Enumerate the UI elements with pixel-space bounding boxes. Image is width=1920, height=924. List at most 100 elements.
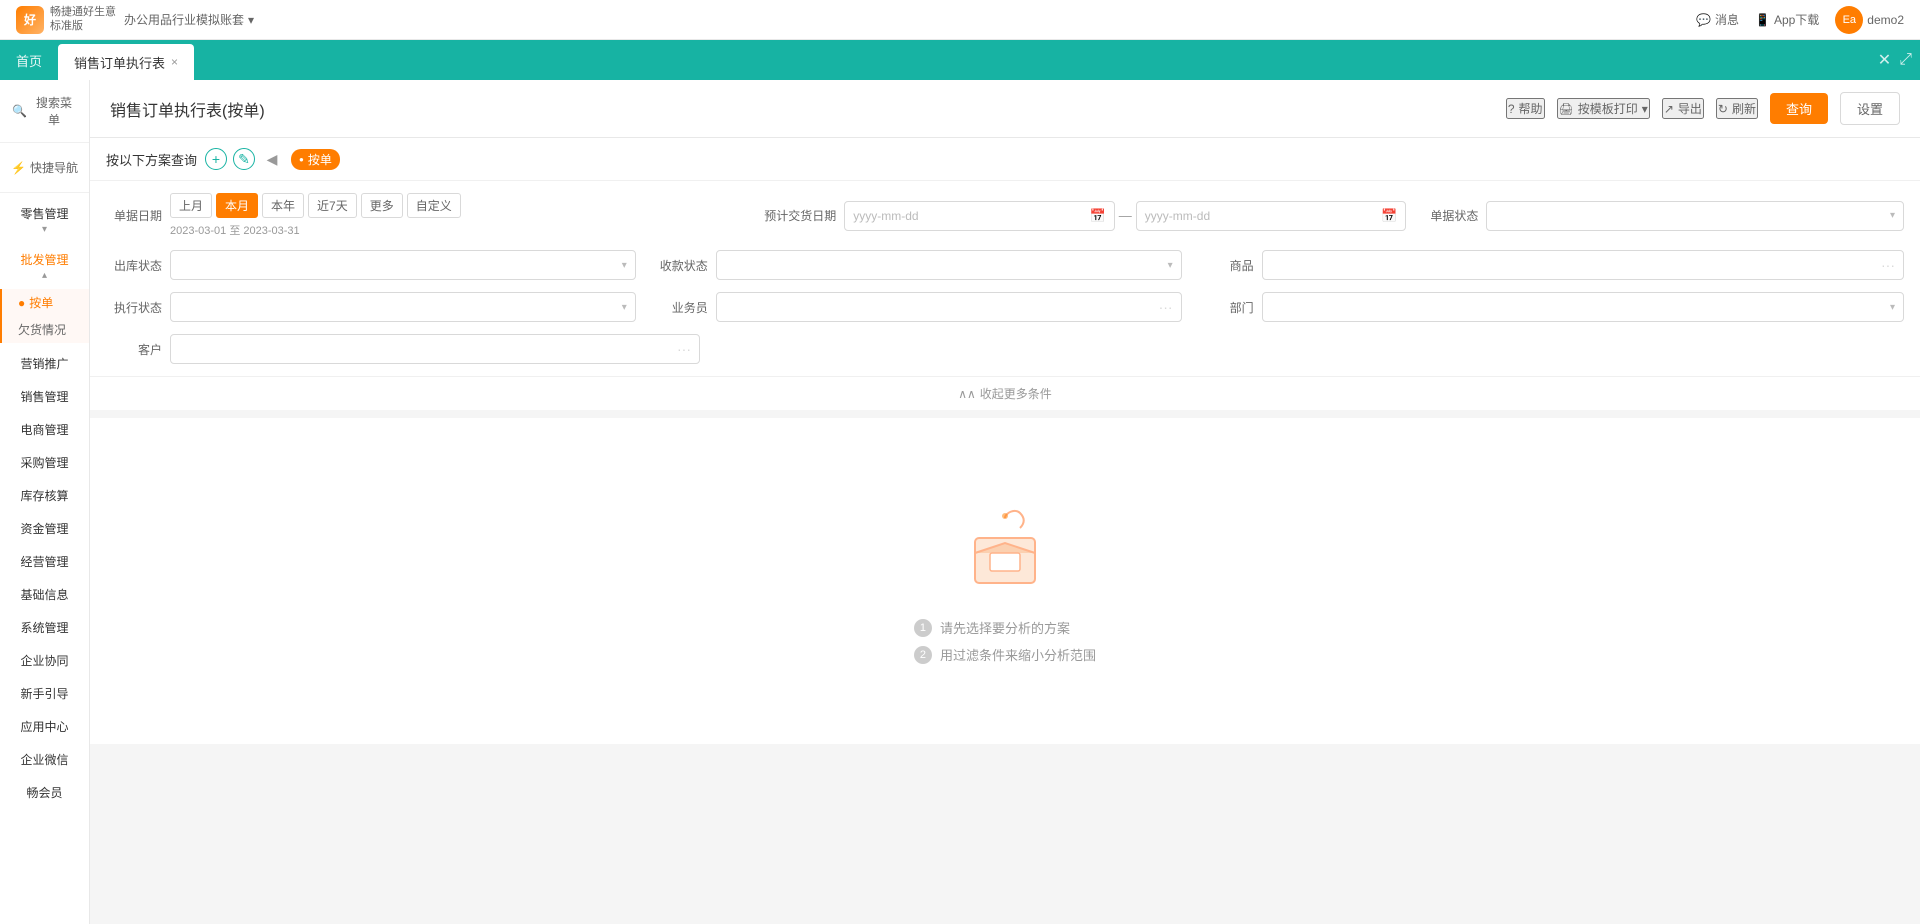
date-selector: 上月 本月 本年 近7天 更多 自定义 (170, 193, 748, 218)
filter-panel: 按以下方案查询 + ✎ ◀ 按单 单据日期 上月 (90, 138, 1920, 410)
sidebar-item-quicknav[interactable]: ⚡ 快捷导航 (0, 151, 89, 184)
export-button[interactable]: ↗ 导出 (1662, 98, 1704, 119)
top-bar-left: 好 畅捷通好生意 标准版 办公用品行业模拟账套 ▾ (16, 6, 254, 34)
department-label: 部门 (1198, 299, 1254, 316)
sidebar-item-enterprise[interactable]: 企业协同 (0, 644, 89, 677)
help-icon: ? (1508, 102, 1515, 116)
date-current-year-button[interactable]: 本年 (262, 193, 304, 218)
sidebar-item-inventory[interactable]: 库存核算 (0, 479, 89, 512)
execution-select[interactable]: ▾ (170, 292, 636, 322)
chevron-down-icon: ▾ (42, 224, 47, 235)
filter-item-date: 单据日期 上月 本月 本年 近7天 更多 自定义 2023-03-01 至 20… (106, 193, 748, 238)
outbound-select[interactable]: ▾ (170, 250, 636, 280)
status-label: 单据状态 (1422, 207, 1478, 224)
department-select[interactable]: ▾ (1262, 292, 1904, 322)
date-current-month-button[interactable]: 本月 (216, 193, 258, 218)
logo-text: 畅捷通好生意 标准版 (50, 6, 116, 32)
calendar-icon: 📅 (1090, 208, 1106, 224)
status-select[interactable]: ▾ (1486, 201, 1904, 231)
sidebar-item-system[interactable]: 系统管理 (0, 611, 89, 644)
sidebar-item-appstore[interactable]: 应用中心 (0, 710, 89, 743)
active-scheme-badge: 按单 (291, 149, 340, 170)
date-range-display: 2023-03-01 至 2023-03-31 (170, 222, 748, 238)
date-custom-button[interactable]: 自定义 (407, 193, 461, 218)
page-header: 销售订单执行表(按单) ? 帮助 🖨 按模板打印 ▾ ↗ 导出 ↻ 刷新 (90, 80, 1920, 138)
customer-input[interactable]: ··· (170, 334, 700, 364)
edit-scheme-button[interactable]: ✎ (233, 148, 255, 170)
salesperson-input[interactable]: ··· (716, 292, 1182, 322)
workspace-selector[interactable]: 办公用品行业模拟账套 ▾ (124, 11, 254, 28)
sidebar-item-operations[interactable]: 经营管理 (0, 545, 89, 578)
tab-sales-label: 销售订单执行表 (74, 53, 165, 72)
chevron-down-icon-outbound: ▾ (622, 260, 627, 271)
sidebar-item-wechat[interactable]: 企业微信 (0, 743, 89, 776)
top-bar-right: 💬 消息 📱 App下载 Ea demo2 (1696, 6, 1904, 34)
print-icon: 🖨 (1559, 102, 1574, 116)
filter-row-1: 单据日期 上月 本月 本年 近7天 更多 自定义 2023-03-01 至 20… (106, 193, 1904, 238)
filter-item-customer: 客户 ··· (106, 334, 700, 364)
sidebar-item-finance[interactable]: 资金管理 (0, 512, 89, 545)
page-title: 销售订单执行表(按单) (110, 97, 265, 121)
content-area: 销售订单执行表(按单) ? 帮助 🖨 按模板打印 ▾ ↗ 导出 ↻ 刷新 (90, 80, 1920, 924)
execution-label: 执行状态 (106, 299, 162, 316)
tab-close-icon[interactable]: × (171, 55, 178, 69)
refresh-button[interactable]: ↻ 刷新 (1716, 98, 1758, 119)
date-start-field[interactable]: yyyy-mm-dd 📅 (844, 201, 1115, 231)
chevron-down-icon-dept: ▾ (1890, 302, 1895, 313)
filter-item-outbound: 出库状态 ▾ (106, 250, 636, 280)
settings-button[interactable]: 设置 (1840, 92, 1900, 125)
more-icon-customer[interactable]: ··· (677, 341, 691, 357)
sidebar-item-sales[interactable]: 销售管理 (0, 380, 89, 413)
collapse-scheme-button[interactable]: ◀ (261, 148, 283, 170)
collection-label: 收款状态 (652, 257, 708, 274)
tab-sales-order-exec[interactable]: 销售订单执行表 × (58, 44, 194, 80)
scheme-label: 按以下方案查询 (106, 150, 197, 169)
filter-row-2: 出库状态 ▾ 收款状态 ▾ 商品 (106, 250, 1904, 280)
filter-item-status: 单据状态 ▾ (1422, 201, 1904, 231)
more-icon-product[interactable]: ··· (1881, 257, 1895, 273)
refresh-icon: ↻ (1718, 102, 1728, 116)
product-input[interactable]: ··· (1262, 250, 1904, 280)
more-icon-salesperson[interactable]: ··· (1159, 299, 1173, 315)
search-menu-button[interactable]: 🔍 搜索菜单 (8, 90, 81, 132)
search-button[interactable]: 查询 (1770, 93, 1828, 124)
date-end-field[interactable]: yyyy-mm-dd 📅 (1136, 201, 1407, 231)
sidebar-item-newbie[interactable]: 新手引导 (0, 677, 89, 710)
empty-tips: 1 请先选择要分析的方案 2 用过滤条件来缩小分析范围 (914, 618, 1096, 664)
product-label: 商品 (1198, 257, 1254, 274)
filter-item-salesperson: 业务员 ··· (652, 292, 1182, 322)
message-icon: 💬 (1696, 13, 1711, 27)
sidebar-item-basic[interactable]: 基础信息 (0, 578, 89, 611)
filter-header: 按以下方案查询 + ✎ ◀ 按单 (90, 138, 1920, 181)
sidebar-section: 零售管理 ▾ 批发管理 ▴ ● 按单 欠货情况 营销推广 销售管理 (0, 193, 89, 813)
sidebar-sub-item-order[interactable]: ● 按单 (2, 289, 89, 316)
date-last-month-button[interactable]: 上月 (170, 193, 212, 218)
help-button[interactable]: ? 帮助 (1506, 98, 1545, 119)
tab-bar: 首页 销售订单执行表 × ✕ ⤢ (0, 40, 1920, 80)
add-scheme-button[interactable]: + (205, 148, 227, 170)
date-more-button[interactable]: 更多 (361, 193, 403, 218)
tab-home[interactable]: 首页 (0, 40, 58, 80)
tab-maximize-button[interactable]: ⤢ (1899, 51, 1912, 69)
sidebar-sub-item-debt[interactable]: 欠货情况 (2, 316, 89, 343)
date-last-7days-button[interactable]: 近7天 (308, 193, 357, 218)
user-profile[interactable]: Ea demo2 (1835, 6, 1904, 34)
print-button[interactable]: 🖨 按模板打印 ▾ (1557, 98, 1650, 119)
app-download-button[interactable]: 📱 App下载 (1755, 11, 1819, 28)
sidebar-item-marketing[interactable]: 营销推广 (0, 347, 89, 380)
sidebar-item-retail[interactable]: 零售管理 ▾ (0, 197, 89, 243)
sidebar-item-wholesale[interactable]: 批发管理 ▴ (0, 243, 89, 289)
collapse-more-label: 收起更多条件 (980, 385, 1052, 402)
page-actions: ? 帮助 🖨 按模板打印 ▾ ↗ 导出 ↻ 刷新 查询 (1506, 92, 1900, 125)
collection-select[interactable]: ▾ (716, 250, 1182, 280)
message-button[interactable]: 💬 消息 (1696, 11, 1739, 28)
sidebar-item-vip[interactable]: 畅会员 (0, 776, 89, 809)
filter-item-execution: 执行状态 ▾ (106, 292, 636, 322)
tip-number-2: 2 (914, 646, 932, 664)
sidebar-item-ecommerce[interactable]: 电商管理 (0, 413, 89, 446)
tab-close-button[interactable]: ✕ (1878, 50, 1891, 70)
sidebar-item-purchase[interactable]: 采购管理 (0, 446, 89, 479)
tip-number-1: 1 (914, 619, 932, 637)
scheme-actions: + ✎ ◀ (205, 148, 283, 170)
collapse-more-bar[interactable]: ∧∧ 收起更多条件 (90, 376, 1920, 410)
